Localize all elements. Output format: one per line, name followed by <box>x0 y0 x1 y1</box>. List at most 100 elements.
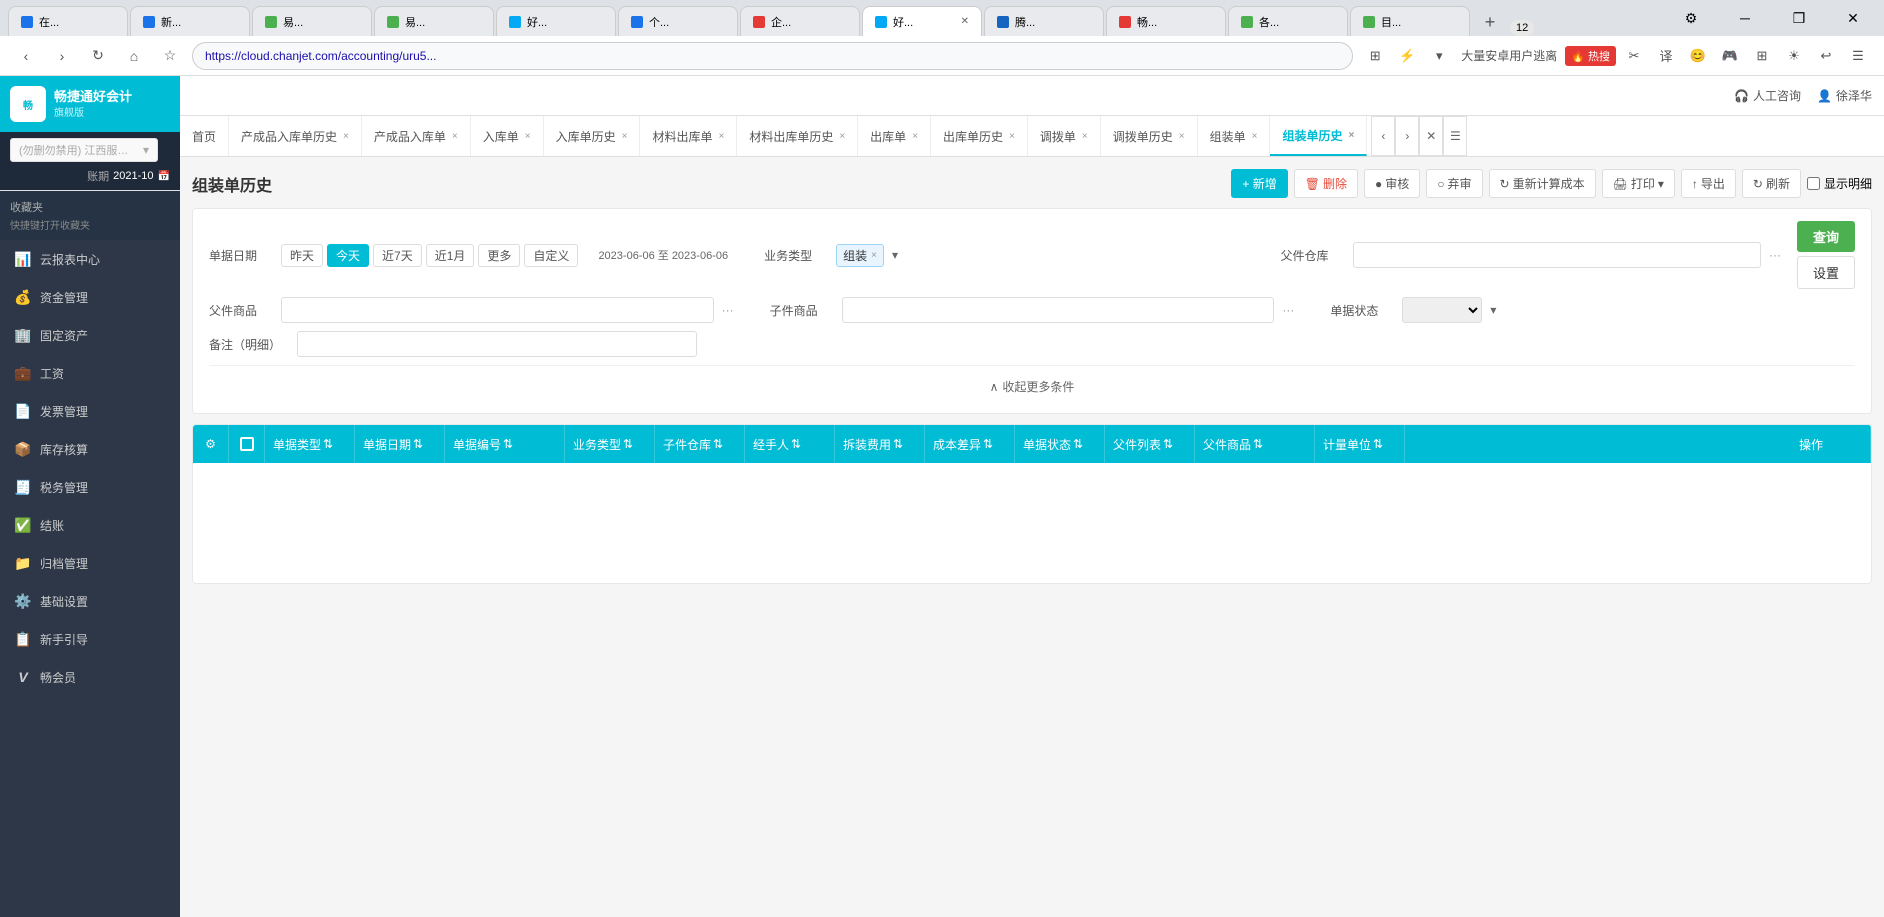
sort-cost-diff-icon[interactable]: ⇅ <box>983 437 993 451</box>
th-settings[interactable]: ⚙ <box>193 425 229 463</box>
doc-status-select[interactable] <box>1402 297 1482 323</box>
bookmark-btn[interactable]: ☆ <box>156 42 184 70</box>
sidebar-item-cloud-reports[interactable]: 📊 云报表中心 <box>0 240 180 278</box>
user-profile-btn[interactable]: 👤 徐泽华 <box>1817 87 1872 104</box>
th-child-warehouse[interactable]: 子件仓库 ⇅ <box>655 425 745 463</box>
sort-doc-date-icon[interactable]: ⇅ <box>413 437 423 451</box>
tab-inbound[interactable]: 入库单 × <box>471 116 544 156</box>
sidebar-item-fixed-assets[interactable]: 🏢 固定资产 <box>0 316 180 354</box>
address-bar[interactable] <box>192 42 1353 70</box>
sidebar-item-closing[interactable]: ✅ 结账 <box>0 506 180 544</box>
browser-tab-1[interactable]: 在... <box>8 6 128 36</box>
tab-scroll-right[interactable]: › <box>1395 116 1419 156</box>
tab-material-outbound-history[interactable]: 材料出库单历史 × <box>737 116 858 156</box>
translate-icon[interactable]: 译 <box>1652 42 1680 70</box>
close-tab-outbound[interactable]: × <box>912 131 918 142</box>
close-tab-transfer-history[interactable]: × <box>1179 131 1185 142</box>
sort-disassembly-fee-icon[interactable]: ⇅ <box>893 437 903 451</box>
tab-assembly-history[interactable]: 组装单历史 × <box>1270 116 1367 156</box>
th-parent-goods[interactable]: 父件商品 ⇅ <box>1195 425 1315 463</box>
today-btn[interactable]: 今天 <box>327 244 369 267</box>
th-checkbox[interactable] <box>229 425 265 463</box>
refresh-btn[interactable]: ↻ 刷新 <box>1742 169 1801 198</box>
new-tab-btn[interactable]: + <box>1476 8 1504 36</box>
child-goods-more-icon[interactable]: ··· <box>1282 303 1294 317</box>
close-tab-material-outbound[interactable]: × <box>718 131 724 142</box>
grid-icon[interactable]: ⊞ <box>1361 42 1389 70</box>
sidebar-item-inventory[interactable]: 📦 库存核算 <box>0 430 180 468</box>
close-tab-finished-goods-history[interactable]: × <box>343 131 349 142</box>
customer-service-btn[interactable]: 🎧 人工咨询 <box>1734 87 1801 104</box>
sidebar-item-invoice-mgmt[interactable]: 📄 发票管理 <box>0 392 180 430</box>
child-goods-input[interactable] <box>842 297 1275 323</box>
th-cost-diff[interactable]: 成本差异 ⇅ <box>925 425 1015 463</box>
tab-more-options[interactable]: ☰ <box>1443 116 1467 156</box>
tab-finished-goods[interactable]: 产成品入库单 × <box>362 116 471 156</box>
layout-icon[interactable]: ⊞ <box>1748 42 1776 70</box>
hot-search-btn[interactable]: 🔥 热搜 <box>1565 46 1616 66</box>
parent-goods-input[interactable] <box>281 297 714 323</box>
sidebar-item-membership[interactable]: V 畅会员 <box>0 658 180 696</box>
tab-home[interactable]: 首页 <box>180 116 229 156</box>
export-btn[interactable]: ↑ 导出 <box>1681 169 1736 198</box>
emoji-icon[interactable]: 😊 <box>1684 42 1712 70</box>
abandon-btn[interactable]: ○ 弃审 <box>1426 169 1482 198</box>
tab-transfer[interactable]: 调拨单 × <box>1028 116 1101 156</box>
tab-close-current[interactable]: ✕ <box>1419 116 1443 156</box>
game-icon[interactable]: 🎮 <box>1716 42 1744 70</box>
custom-btn[interactable]: 自定义 <box>524 244 578 267</box>
browser-tab-9[interactable]: 腾... <box>984 6 1104 36</box>
sidebar-favorites[interactable]: 收藏夹 快捷键打开收藏夹 <box>0 191 180 240</box>
lightning-icon[interactable]: ⚡ <box>1393 42 1421 70</box>
more-btn[interactable]: 更多 <box>478 244 520 267</box>
sort-unit-icon[interactable]: ⇅ <box>1373 437 1383 451</box>
tab-inbound-history[interactable]: 入库单历史 × <box>544 116 641 156</box>
th-unit[interactable]: 计量单位 ⇅ <box>1315 425 1405 463</box>
th-doc-type[interactable]: 单据类型 ⇅ <box>265 425 355 463</box>
audit-btn[interactable]: ● 审核 <box>1364 169 1420 198</box>
close-tab-finished-goods[interactable]: × <box>452 131 458 142</box>
undo-icon[interactable]: ↩ <box>1812 42 1840 70</box>
sort-doc-status-icon[interactable]: ⇅ <box>1073 437 1083 451</box>
tab-assembly[interactable]: 组装单 × <box>1198 116 1271 156</box>
tab-transfer-history[interactable]: 调拨单历史 × <box>1101 116 1198 156</box>
win-minimize-btn[interactable]: ─ <box>1722 3 1768 33</box>
browser-tab-12[interactable]: 目... <box>1350 6 1470 36</box>
sort-handler-icon[interactable]: ⇅ <box>791 437 801 451</box>
collapse-btn[interactable]: ∧ 收起更多条件 <box>209 372 1855 401</box>
browser-tab-11[interactable]: 各... <box>1228 6 1348 36</box>
parent-warehouse-input[interactable] <box>1353 242 1761 268</box>
close-tab-outbound-history[interactable]: × <box>1009 131 1015 142</box>
close-tab-transfer[interactable]: × <box>1082 131 1088 142</box>
sidebar-item-fund-mgmt[interactable]: 💰 资金管理 <box>0 278 180 316</box>
tab-outbound-history[interactable]: 出库单历史 × <box>931 116 1028 156</box>
sun-icon[interactable]: ☀ <box>1780 42 1808 70</box>
sort-doc-no-icon[interactable]: ⇅ <box>503 437 513 451</box>
sort-parent-goods-icon[interactable]: ⇅ <box>1253 437 1263 451</box>
remarks-input[interactable] <box>297 331 697 357</box>
print-btn[interactable]: 🖨 打印 ▾ <box>1602 169 1675 198</box>
browser-tab-3[interactable]: 易... <box>252 6 372 36</box>
sidebar-item-payroll[interactable]: 💼 工资 <box>0 354 180 392</box>
th-doc-status[interactable]: 单据状态 ⇅ <box>1015 425 1105 463</box>
reload-btn[interactable]: ↻ <box>84 42 112 70</box>
query-btn[interactable]: 查询 <box>1797 221 1855 252</box>
tab-close-8[interactable]: ✕ <box>961 16 969 27</box>
browser-tab-8[interactable]: 好... ✕ <box>862 6 982 36</box>
period-selector[interactable]: 账期 2021-10 📅 <box>87 168 170 184</box>
browser-tab-4[interactable]: 易... <box>374 6 494 36</box>
th-parent-list[interactable]: 父件列表 ⇅ <box>1105 425 1195 463</box>
new-btn[interactable]: + 新增 <box>1231 169 1287 198</box>
tab-finished-goods-history[interactable]: 产成品入库单历史 × <box>229 116 362 156</box>
delete-btn[interactable]: 🗑 删除 <box>1294 169 1358 198</box>
back-btn[interactable]: ‹ <box>12 42 40 70</box>
th-biz-type[interactable]: 业务类型 ⇅ <box>565 425 655 463</box>
recalc-btn[interactable]: ↻ 重新计算成本 <box>1489 169 1596 198</box>
sort-biz-type-icon[interactable]: ⇅ <box>623 437 633 451</box>
sort-child-warehouse-icon[interactable]: ⇅ <box>713 437 723 451</box>
last7days-btn[interactable]: 近7天 <box>373 244 422 267</box>
yesterday-btn[interactable]: 昨天 <box>281 244 323 267</box>
sort-doc-type-icon[interactable]: ⇅ <box>323 437 333 451</box>
sort-parent-list-icon[interactable]: ⇅ <box>1163 437 1173 451</box>
th-disassembly-fee[interactable]: 拆装费用 ⇅ <box>835 425 925 463</box>
